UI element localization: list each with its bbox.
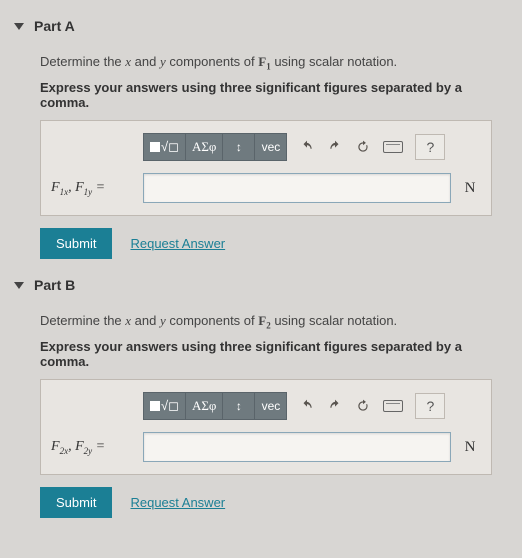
part-b: Part B Determine the x and y components … <box>12 277 508 518</box>
reset-icon <box>356 399 370 413</box>
submit-button[interactable]: Submit <box>40 487 112 518</box>
variable-label: F2x, F2y = <box>51 439 135 456</box>
prompt-text: Determine the x and y components of F2 u… <box>40 311 508 333</box>
help-button[interactable]: ? <box>415 393 445 419</box>
instruction-text: Express your answers using three signifi… <box>40 80 508 110</box>
part-a: Part A Determine the x and y components … <box>12 18 508 259</box>
help-button[interactable]: ? <box>415 134 445 160</box>
part-header[interactable]: Part A <box>12 18 508 34</box>
help-icon: ? <box>427 139 435 155</box>
template-button[interactable]: √◻ <box>143 392 186 420</box>
prompt-text: Determine the x and y components of F1 u… <box>40 52 508 74</box>
answer-row: F2x, F2y = N <box>51 432 481 462</box>
chevron-down-icon <box>14 23 24 30</box>
reset-button[interactable] <box>349 133 377 161</box>
supsub-button[interactable]: ↕ <box>223 392 255 420</box>
submit-button[interactable]: Submit <box>40 228 112 259</box>
request-answer-link[interactable]: Request Answer <box>130 495 225 510</box>
part-title: Part A <box>34 18 75 34</box>
undo-button[interactable] <box>293 392 321 420</box>
equation-toolbar: √◻ ΑΣφ ↕ vec ? <box>143 133 481 161</box>
chevron-down-icon <box>14 282 24 289</box>
unit-label: N <box>459 439 481 456</box>
request-answer-link[interactable]: Request Answer <box>130 236 225 251</box>
redo-button[interactable] <box>321 392 349 420</box>
part-header[interactable]: Part B <box>12 277 508 293</box>
action-row: Submit Request Answer <box>40 487 508 518</box>
part-title: Part B <box>34 277 75 293</box>
keyboard-button[interactable] <box>377 392 409 420</box>
undo-icon <box>300 399 314 413</box>
variable-label: F1x, F1y = <box>51 180 135 197</box>
greek-button[interactable]: ΑΣφ <box>186 392 223 420</box>
vec-button[interactable]: vec <box>255 392 287 420</box>
template-button[interactable]: √◻ <box>143 133 186 161</box>
unit-label: N <box>459 180 481 197</box>
undo-button[interactable] <box>293 133 321 161</box>
reset-button[interactable] <box>349 392 377 420</box>
vec-button[interactable]: vec <box>255 133 287 161</box>
keyboard-icon <box>383 400 403 412</box>
redo-button[interactable] <box>321 133 349 161</box>
greek-button[interactable]: ΑΣφ <box>186 133 223 161</box>
reset-icon <box>356 140 370 154</box>
instruction-text: Express your answers using three signifi… <box>40 339 508 369</box>
redo-icon <box>328 140 342 154</box>
answer-input[interactable] <box>143 432 451 462</box>
keyboard-button[interactable] <box>377 133 409 161</box>
answer-input[interactable] <box>143 173 451 203</box>
answer-panel: √◻ ΑΣφ ↕ vec ? F2x, F2y = N <box>40 379 492 475</box>
action-row: Submit Request Answer <box>40 228 508 259</box>
undo-icon <box>300 140 314 154</box>
supsub-button[interactable]: ↕ <box>223 133 255 161</box>
equation-toolbar: √◻ ΑΣφ ↕ vec ? <box>143 392 481 420</box>
help-icon: ? <box>427 398 435 414</box>
keyboard-icon <box>383 141 403 153</box>
answer-row: F1x, F1y = N <box>51 173 481 203</box>
answer-panel: √◻ ΑΣφ ↕ vec ? F1x, F1y = N <box>40 120 492 216</box>
redo-icon <box>328 399 342 413</box>
